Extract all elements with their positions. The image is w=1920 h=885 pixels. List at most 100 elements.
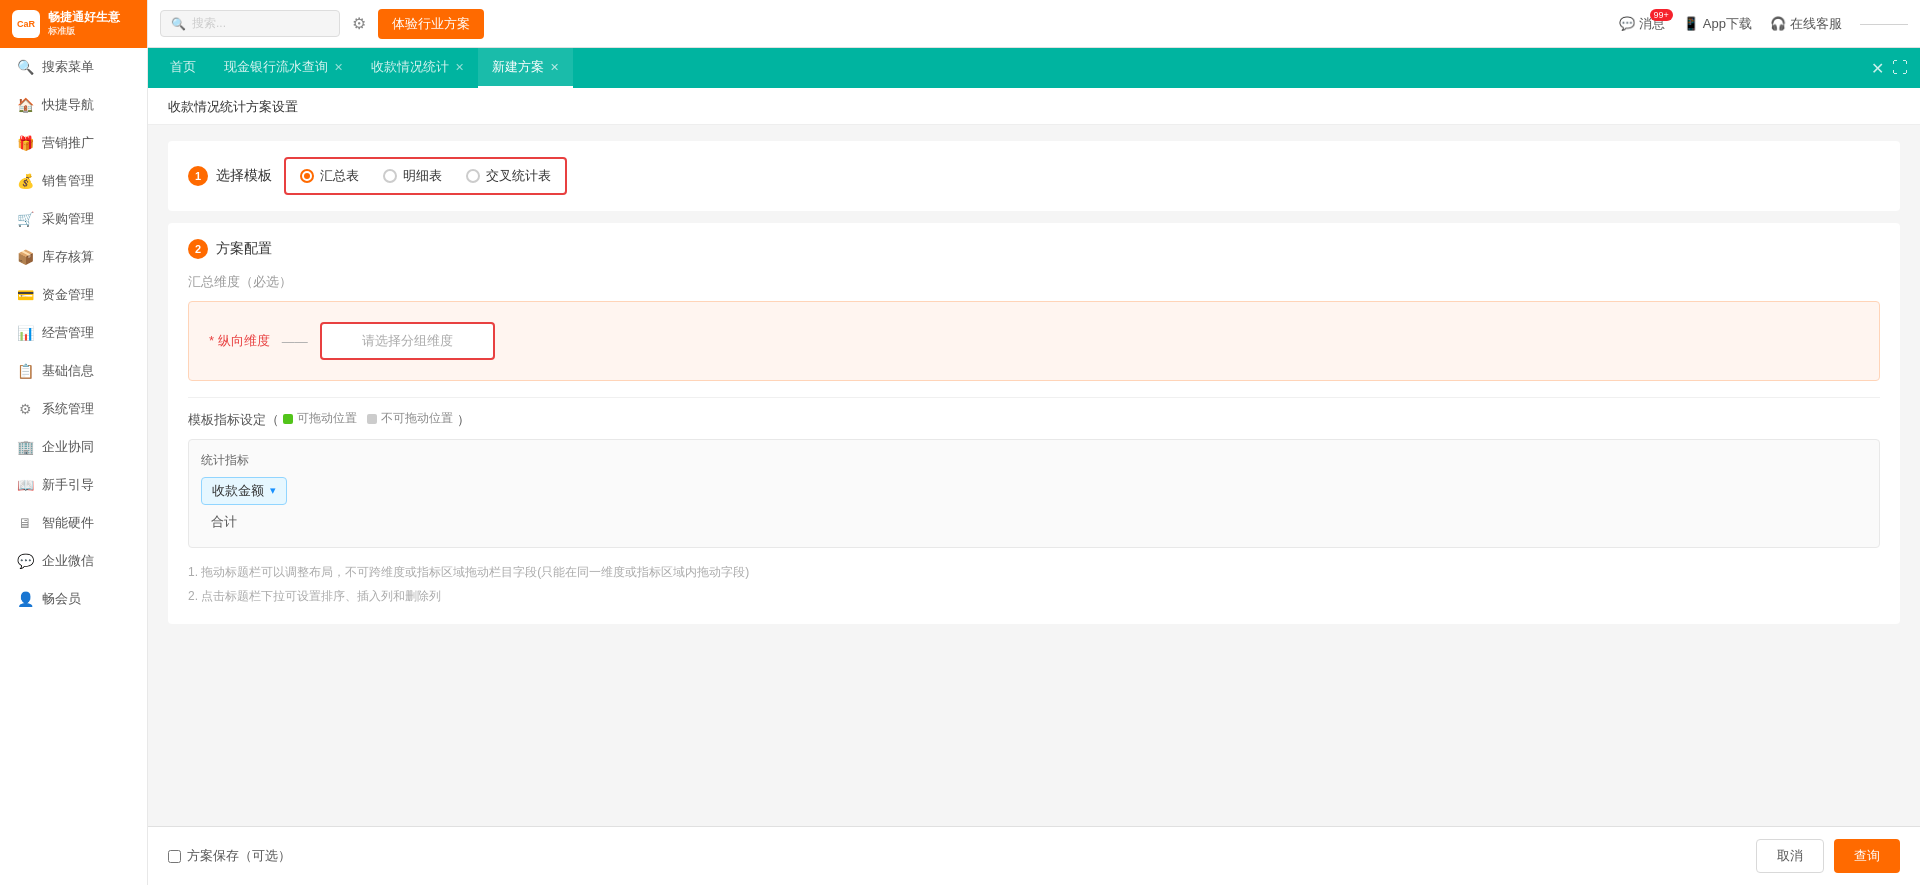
app-name: 畅捷通好生意 xyxy=(48,10,120,24)
settings-icon[interactable]: ⚙ xyxy=(352,14,366,33)
sidebar-item-wechat[interactable]: 💬 企业微信 xyxy=(0,542,147,580)
step2-title: 方案配置 xyxy=(216,240,272,258)
message-icon: 💬 xyxy=(1619,16,1635,31)
service-icon: 🎧 xyxy=(1770,16,1786,31)
step2-header: 2 方案配置 xyxy=(188,239,1880,259)
footer-actions: 取消 查询 xyxy=(1756,839,1900,873)
metrics-area: 统计指标 收款金额 ▾ 合计 xyxy=(188,439,1880,548)
tab-bank[interactable]: 现金银行流水查询 ✕ xyxy=(210,48,357,88)
search-icon: 🔍 xyxy=(16,58,34,76)
chat-icon: 💬 xyxy=(16,552,34,570)
tab-new[interactable]: 新建方案 ✕ xyxy=(478,48,573,88)
step1-number: 1 xyxy=(188,166,208,186)
sidebar-item-inventory[interactable]: 📦 库存核算 xyxy=(0,238,147,276)
tab-fullscreen-icon[interactable]: ⛶ xyxy=(1892,59,1908,77)
radio-detail[interactable]: 明细表 xyxy=(383,167,442,185)
radio-dot-cross xyxy=(466,169,480,183)
tab-stats-close[interactable]: ✕ xyxy=(455,61,464,74)
tab-new-close[interactable]: ✕ xyxy=(550,61,559,74)
dimension-area: * 纵向维度 —— 请选择分组维度 xyxy=(188,301,1880,381)
radio-dot-summary xyxy=(300,169,314,183)
main-area: 🔍 搜索... ⚙ 体验行业方案 💬 消息 99+ 📱 App下载 🎧 在线客服… xyxy=(148,0,1920,885)
search-icon-topbar: 🔍 xyxy=(171,17,186,31)
sidebar-item-quicknav[interactable]: 🏠 快捷导航 xyxy=(0,86,147,124)
message-badge-item[interactable]: 💬 消息 99+ xyxy=(1619,15,1665,33)
chart-icon: 📊 xyxy=(16,324,34,342)
industry-btn[interactable]: 体验行业方案 xyxy=(378,9,484,39)
app-edition: 标准版 xyxy=(48,25,120,38)
save-checkbox[interactable] xyxy=(168,850,181,863)
message-count-badge: 99+ xyxy=(1650,9,1673,21)
step1-section: 1 选择模板 汇总表 明细表 xyxy=(168,141,1900,211)
topbar-search[interactable]: 🔍 搜索... xyxy=(160,10,340,37)
content-body: 1 选择模板 汇总表 明细表 xyxy=(148,125,1920,826)
cancel-button[interactable]: 取消 xyxy=(1756,839,1824,873)
content-header: 收款情况统计方案设置 xyxy=(148,88,1920,125)
topbar-right: 💬 消息 99+ 📱 App下载 🎧 在线客服 ———— xyxy=(1619,15,1908,33)
breadcrumb: 收款情况统计方案设置 xyxy=(168,99,298,114)
gear-icon: ⚙ xyxy=(16,400,34,418)
dimension-label: 汇总维度（必选） xyxy=(188,273,1880,291)
sidebar-item-marketing[interactable]: 🎁 营销推广 xyxy=(0,124,147,162)
dimension-row: * 纵向维度 —— 请选择分组维度 xyxy=(209,322,1859,360)
download-btn[interactable]: 📱 App下载 xyxy=(1683,15,1752,33)
content-area: 收款情况统计方案设置 1 选择模板 汇总表 xyxy=(148,88,1920,885)
sidebar-item-sales[interactable]: 💰 销售管理 xyxy=(0,162,147,200)
monitor-icon: 🖥 xyxy=(16,514,34,532)
radio-dot-detail xyxy=(383,169,397,183)
radio-cross[interactable]: 交叉统计表 xyxy=(466,167,551,185)
tab-stats[interactable]: 收款情况统计 ✕ xyxy=(357,48,478,88)
sidebar-item-member[interactable]: 👤 畅会员 xyxy=(0,580,147,618)
footer-save-check[interactable]: 方案保存（可选） xyxy=(168,847,291,865)
download-icon: 📱 xyxy=(1683,16,1699,31)
username-display: ———— xyxy=(1860,17,1908,31)
sidebar-item-guide[interactable]: 📖 新手引导 xyxy=(0,466,147,504)
building-icon: 🏢 xyxy=(16,438,34,456)
search-placeholder: 搜索... xyxy=(192,15,226,32)
draggable-dot xyxy=(283,414,293,424)
query-button[interactable]: 查询 xyxy=(1834,839,1900,873)
download-label: App下载 xyxy=(1703,15,1752,33)
vertical-dimension-label: * 纵向维度 xyxy=(209,332,270,350)
step1-header: 1 选择模板 xyxy=(188,166,272,186)
step2-number: 2 xyxy=(188,239,208,259)
sidebar-item-baseinfo[interactable]: 📋 基础信息 xyxy=(0,352,147,390)
card-icon: 💳 xyxy=(16,286,34,304)
service-btn[interactable]: 🎧 在线客服 xyxy=(1770,15,1842,33)
metrics-setting-label: 模板指标设定（ 可拖动位置 不可拖动位置 ） xyxy=(188,410,470,429)
home-icon: 🏠 xyxy=(16,96,34,114)
money-icon: 💰 xyxy=(16,172,34,190)
metrics-subtag-total: 合计 xyxy=(201,509,247,535)
dimension-placeholder[interactable]: 请选择分组维度 xyxy=(320,322,495,360)
sidebar-item-purchase[interactable]: 🛒 采购管理 xyxy=(0,200,147,238)
sidebar-item-operations[interactable]: 📊 经营管理 xyxy=(0,314,147,352)
tab-bank-close[interactable]: ✕ xyxy=(334,61,343,74)
sidebar-item-system[interactable]: ⚙ 系统管理 xyxy=(0,390,147,428)
box-icon: 📦 xyxy=(16,248,34,266)
step2-section: 2 方案配置 汇总维度（必选） * 纵向维度 —— 请选择分组维度 xyxy=(168,223,1900,624)
tab-home[interactable]: 首页 xyxy=(156,48,210,88)
service-label: 在线客服 xyxy=(1790,15,1842,33)
template-radio-group: 汇总表 明细表 交叉统计表 xyxy=(284,157,567,195)
tip-2: 2. 点击标题栏下拉可设置排序、插入列和删除列 xyxy=(188,584,1880,608)
dropdown-icon[interactable]: ▾ xyxy=(270,484,276,497)
tab-actions: ✕ ⛶ xyxy=(1871,48,1912,88)
radio-summary[interactable]: 汇总表 xyxy=(300,167,359,185)
tab-close-all-icon[interactable]: ✕ xyxy=(1871,59,1884,78)
user-icon: 👤 xyxy=(16,590,34,608)
step1-title: 选择模板 xyxy=(216,167,272,185)
sidebar-item-enterprise[interactable]: 🏢 企业协同 xyxy=(0,428,147,466)
book-icon: 📖 xyxy=(16,476,34,494)
save-label: 方案保存（可选） xyxy=(187,847,291,865)
non-draggable-dot xyxy=(367,414,377,424)
sidebar-item-finance[interactable]: 💳 资金管理 xyxy=(0,276,147,314)
sidebar-item-hardware[interactable]: 🖥 智能硬件 xyxy=(0,504,147,542)
sidebar: CaR 畅捷通好生意 标准版 🔍 搜索菜单 🏠 快捷导航 🎁 营销推广 💰 销售… xyxy=(0,0,148,885)
metrics-tag-amount[interactable]: 收款金额 ▾ xyxy=(201,477,287,505)
metrics-tag-container: 收款金额 ▾ 合计 xyxy=(201,477,321,535)
metrics-section-title: 统计指标 xyxy=(201,452,1867,469)
arrow-icon: —— xyxy=(282,334,308,349)
footer-bar: 方案保存（可选） 取消 查询 xyxy=(148,826,1920,885)
topbar: 🔍 搜索... ⚙ 体验行业方案 💬 消息 99+ 📱 App下载 🎧 在线客服… xyxy=(148,0,1920,48)
sidebar-item-search[interactable]: 🔍 搜索菜单 xyxy=(0,48,147,86)
